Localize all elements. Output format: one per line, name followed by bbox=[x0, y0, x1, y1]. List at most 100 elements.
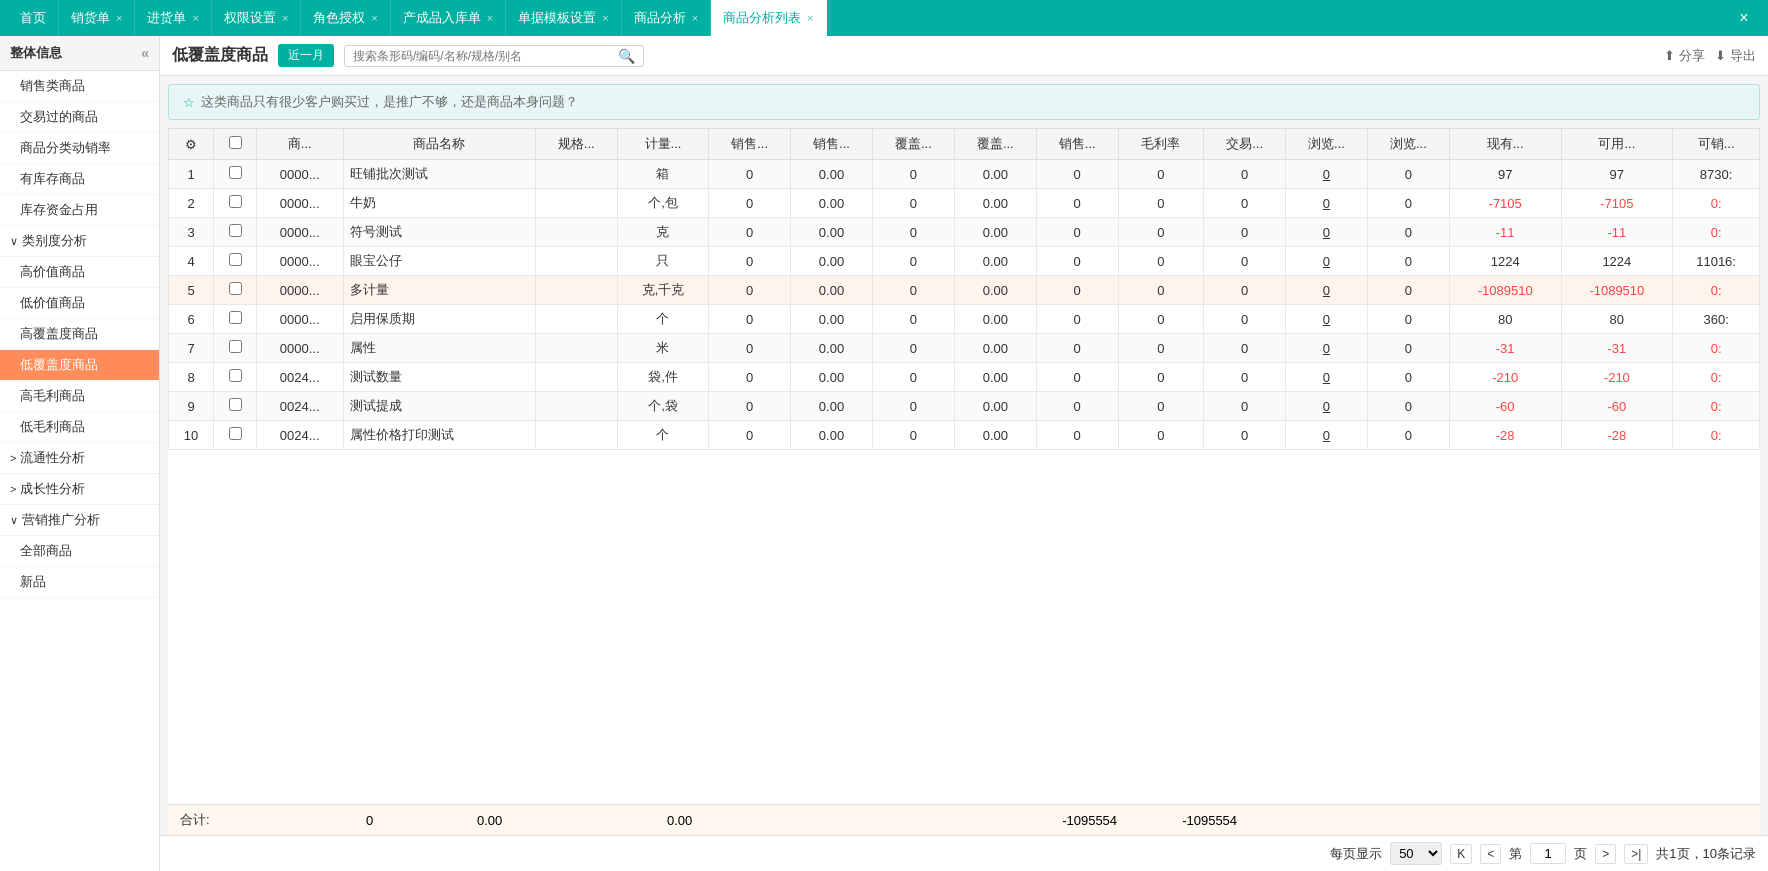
sidebar-item-new-goods[interactable]: 新品 bbox=[0, 567, 159, 598]
sidebar-item-low-margin[interactable]: 低毛利商品 bbox=[0, 412, 159, 443]
row-view1[interactable]: 0 bbox=[1286, 363, 1368, 392]
row-sales3: 0 bbox=[1036, 247, 1118, 276]
row-spec bbox=[535, 334, 617, 363]
sidebar-section-marketing[interactable]: ∨ 营销推广分析 bbox=[0, 505, 159, 536]
tip-icon: ☆ bbox=[183, 95, 195, 110]
sidebar-item-low-value[interactable]: 低价值商品 bbox=[0, 288, 159, 319]
row-name: 牛奶 bbox=[343, 189, 535, 218]
row-sales-amt: 0.00 bbox=[791, 421, 873, 450]
th-checkbox[interactable] bbox=[214, 129, 257, 160]
nav-close-permissions[interactable]: × bbox=[282, 12, 288, 24]
window-close-button[interactable]: × bbox=[1728, 0, 1760, 36]
time-filter-button[interactable]: 近一月 bbox=[278, 44, 334, 67]
row-index: 4 bbox=[169, 247, 214, 276]
row-available: -60 bbox=[1561, 392, 1673, 421]
th-settings[interactable]: ⚙ bbox=[169, 129, 214, 160]
th-unit: 计量... bbox=[617, 129, 708, 160]
section-arrow-marketing: ∨ bbox=[10, 514, 18, 527]
row-sales3: 0 bbox=[1036, 421, 1118, 450]
sidebar-item-sales-goods[interactable]: 销售类商品 bbox=[0, 71, 159, 102]
row-checkbox[interactable] bbox=[214, 363, 257, 392]
row-checkbox[interactable] bbox=[214, 189, 257, 218]
page-number-input[interactable] bbox=[1530, 843, 1566, 864]
nav-item-templates[interactable]: 单据模板设置 × bbox=[506, 0, 621, 36]
row-cover2: 0.00 bbox=[954, 363, 1036, 392]
row-view1[interactable]: 0 bbox=[1286, 421, 1368, 450]
row-view1[interactable]: 0 bbox=[1286, 276, 1368, 305]
row-trade: 0 bbox=[1204, 421, 1286, 450]
search-input[interactable] bbox=[353, 49, 618, 63]
sidebar-section-growth[interactable]: > 成长性分析 bbox=[0, 474, 159, 505]
sidebar-section-category[interactable]: ∨ 类别度分析 bbox=[0, 226, 159, 257]
row-checkbox[interactable] bbox=[214, 305, 257, 334]
sidebar-item-high-coverage[interactable]: 高覆盖度商品 bbox=[0, 319, 159, 350]
row-view1[interactable]: 0 bbox=[1286, 160, 1368, 189]
row-unit: 米 bbox=[617, 334, 708, 363]
nav-close-purchase[interactable]: × bbox=[192, 12, 198, 24]
nav-close-production[interactable]: × bbox=[487, 12, 493, 24]
row-view1[interactable]: 0 bbox=[1286, 247, 1368, 276]
row-view2: 0 bbox=[1367, 421, 1449, 450]
next-page-button[interactable]: > bbox=[1595, 844, 1616, 864]
section-arrow-category: ∨ bbox=[10, 235, 18, 248]
row-current: 1224 bbox=[1449, 247, 1561, 276]
row-sales-amt: 0.00 bbox=[791, 305, 873, 334]
row-trade: 0 bbox=[1204, 160, 1286, 189]
row-view1[interactable]: 0 bbox=[1286, 189, 1368, 218]
row-sellable: 0: bbox=[1673, 421, 1760, 450]
row-name: 符号测试 bbox=[343, 218, 535, 247]
row-view1[interactable]: 0 bbox=[1286, 305, 1368, 334]
row-checkbox[interactable] bbox=[214, 160, 257, 189]
row-current: 97 bbox=[1449, 160, 1561, 189]
row-checkbox[interactable] bbox=[214, 392, 257, 421]
nav-item-home[interactable]: 首页 bbox=[8, 0, 59, 36]
nav-item-purchase[interactable]: 进货单 × bbox=[135, 0, 211, 36]
sidebar-collapse-button[interactable]: « bbox=[141, 45, 149, 61]
row-checkbox[interactable] bbox=[214, 334, 257, 363]
sidebar-item-low-coverage[interactable]: 低覆盖度商品 bbox=[0, 350, 159, 381]
export-button[interactable]: ⬇ 导出 bbox=[1715, 47, 1756, 65]
last-page-button[interactable]: >| bbox=[1624, 844, 1648, 864]
select-all-checkbox[interactable] bbox=[229, 136, 242, 149]
nav-item-sales[interactable]: 销货单 × bbox=[59, 0, 135, 36]
share-button[interactable]: ⬆ 分享 bbox=[1664, 47, 1705, 65]
row-checkbox[interactable] bbox=[214, 421, 257, 450]
nav-item-roles[interactable]: 角色授权 × bbox=[301, 0, 390, 36]
nav-item-permissions[interactable]: 权限设置 × bbox=[212, 0, 301, 36]
prev-page-button[interactable]: < bbox=[1480, 844, 1501, 864]
row-view1[interactable]: 0 bbox=[1286, 392, 1368, 421]
row-cover2: 0.00 bbox=[954, 218, 1036, 247]
nav-item-analysis-list[interactable]: 商品分析列表 × bbox=[711, 0, 826, 36]
th-code: 商... bbox=[256, 129, 343, 160]
row-checkbox[interactable] bbox=[214, 247, 257, 276]
info-banner-text: 这类商品只有很少客户购买过，是推广不够，还是商品本身问题？ bbox=[201, 93, 578, 111]
nav-item-production[interactable]: 产成品入库单 × bbox=[391, 0, 506, 36]
nav-close-sales[interactable]: × bbox=[116, 12, 122, 24]
row-sales-qty: 0 bbox=[709, 305, 791, 334]
nav-close-analysis[interactable]: × bbox=[692, 12, 698, 24]
sidebar-item-high-margin[interactable]: 高毛利商品 bbox=[0, 381, 159, 412]
nav-close-templates[interactable]: × bbox=[602, 12, 608, 24]
row-view1[interactable]: 0 bbox=[1286, 334, 1368, 363]
sidebar-item-high-value[interactable]: 高价值商品 bbox=[0, 257, 159, 288]
page-of-label: 页 bbox=[1574, 845, 1587, 863]
per-page-select[interactable]: 50 100 200 bbox=[1390, 842, 1442, 865]
table-wrapper[interactable]: ⚙ 商... 商品名称 规格... 计量... 销售... 销售... 覆盖..… bbox=[168, 128, 1760, 804]
sidebar-item-stock-capital[interactable]: 库存资金占用 bbox=[0, 195, 159, 226]
sidebar-item-in-stock[interactable]: 有库存商品 bbox=[0, 164, 159, 195]
sidebar-item-all-goods[interactable]: 全部商品 bbox=[0, 536, 159, 567]
sidebar-item-traded-goods[interactable]: 交易过的商品 bbox=[0, 102, 159, 133]
first-page-button[interactable]: K bbox=[1450, 844, 1472, 864]
nav-close-analysis-list[interactable]: × bbox=[807, 12, 813, 24]
nav-close-roles[interactable]: × bbox=[371, 12, 377, 24]
row-checkbox[interactable] bbox=[214, 218, 257, 247]
row-cover1: 0 bbox=[872, 363, 954, 392]
row-index: 6 bbox=[169, 305, 214, 334]
sidebar-item-category-sales[interactable]: 商品分类动销率 bbox=[0, 133, 159, 164]
th-sales-qty: 销售... bbox=[709, 129, 791, 160]
sidebar-section-liquidity[interactable]: > 流通性分析 bbox=[0, 443, 159, 474]
row-checkbox[interactable] bbox=[214, 276, 257, 305]
row-view2: 0 bbox=[1367, 189, 1449, 218]
row-view1[interactable]: 0 bbox=[1286, 218, 1368, 247]
nav-item-analysis[interactable]: 商品分析 × bbox=[622, 0, 711, 36]
